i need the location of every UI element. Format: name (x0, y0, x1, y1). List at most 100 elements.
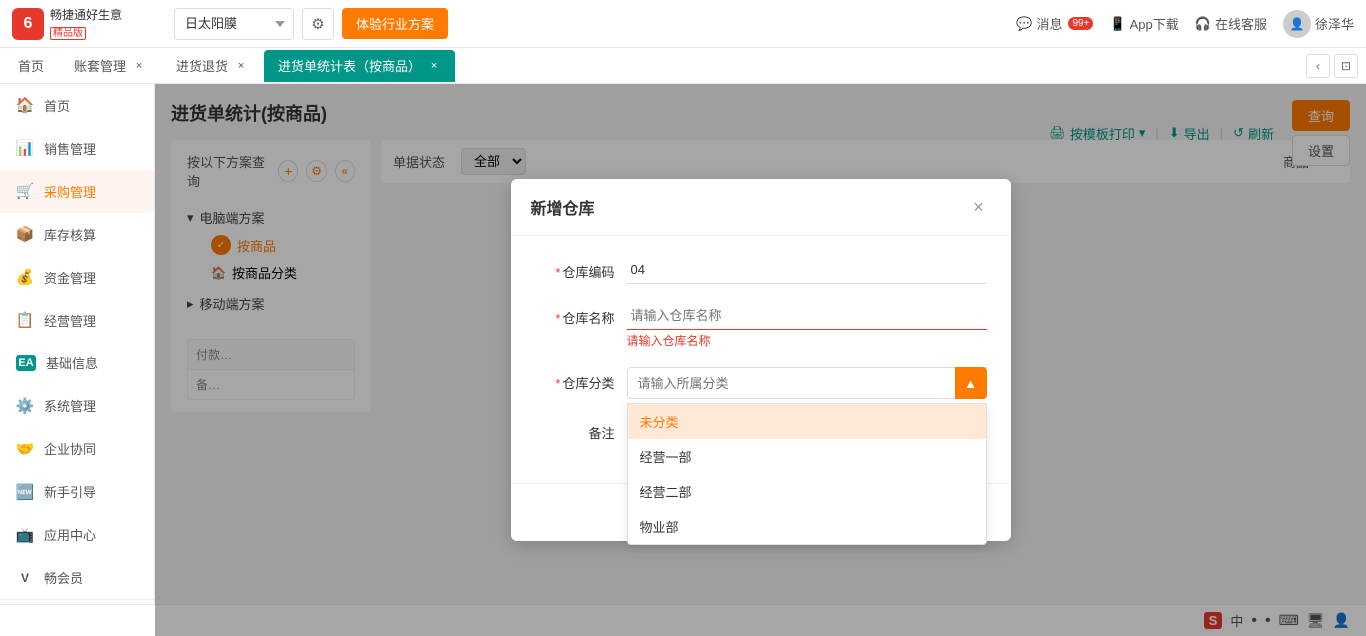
category-dropdown-list: 未分类 经营一部 经营二部 物业部 (627, 403, 987, 545)
logo-area: 6 畅捷通好生意 精品版 (12, 8, 162, 40)
code-label: *仓库编码 (535, 256, 615, 281)
name-input-wrap: 请输入仓库名称 (627, 302, 987, 349)
sidebar-inventory-label: 库存核算 (44, 225, 96, 244)
category-select-wrap: ▲ 未分类 经营一部 经营二部 物业部 (627, 367, 987, 399)
modal-header: 新增仓库 × (511, 179, 1011, 236)
modal-overlay: 新增仓库 × *仓库编码 (155, 84, 1366, 636)
name-input[interactable] (627, 302, 987, 330)
sidebar-item-collab[interactable]: 🤝 企业协同 (0, 427, 154, 470)
guide-icon: 🆕 (16, 483, 34, 501)
tab-account-label: 账套管理 (74, 56, 126, 75)
inventory-icon: 📦 (16, 225, 34, 243)
dropdown-item-dept1[interactable]: 经营一部 (628, 439, 986, 474)
form-row-category: *仓库分类 ▲ 未分类 经营一部 经营二部 物业部 (535, 367, 987, 399)
edition-badge: 精品版 (50, 27, 86, 40)
dropdown-item-unclassified[interactable]: 未分类 (628, 404, 986, 439)
sidebar-item-basic-info[interactable]: EA 基础信息 (0, 342, 154, 385)
operations-icon: 📋 (16, 311, 34, 329)
message-icon: 💬 (1016, 16, 1032, 32)
sidebar-item-sales[interactable]: 📊 销售管理 (0, 127, 154, 170)
search-area: 日太阳膜 ⚙ 体验行业方案 (174, 8, 1004, 40)
sidebar-system-label: 系统管理 (44, 396, 96, 415)
app-logo-icon: 6 (12, 8, 44, 40)
tab-purchase-return[interactable]: 进货退货 × (162, 50, 262, 82)
content-area: 进货单统计(按商品) 🖨 按模板打印 ▾ | ⬇ 导出 | ↺ 刷新 查询 设置 (155, 84, 1366, 636)
modal-close-button[interactable]: × (967, 195, 991, 219)
category-label: *仓库分类 (535, 367, 615, 392)
sidebar-operations-label: 经营管理 (44, 311, 96, 330)
tabs-prev-button[interactable]: ‹ (1306, 54, 1330, 78)
home-icon: 🏠 (16, 96, 34, 114)
tab-home-label: 首页 (18, 56, 44, 75)
message-badge: 99+ (1068, 17, 1093, 30)
online-service-item[interactable]: 🎧 在线客服 (1195, 14, 1267, 33)
phone-icon: 📱 (1109, 16, 1125, 32)
form-row-name: *仓库名称 请输入仓库名称 (535, 302, 987, 349)
tab-account[interactable]: 账套管理 × (60, 50, 160, 82)
name-label: *仓库名称 (535, 302, 615, 327)
name-error-msg: 请输入仓库名称 (627, 332, 987, 349)
sidebar-item-system[interactable]: ⚙️ 系统管理 (0, 384, 154, 427)
sidebar-item-purchase[interactable]: 🛒 采购管理 (0, 170, 154, 213)
app-name: 畅捷通好生意 (50, 8, 122, 24)
sidebar-finance-label: 资金管理 (44, 268, 96, 287)
sidebar: 🏠 首页 📊 销售管理 🛒 采购管理 📦 库存核算 💰 资金管理 📋 经营管理 … (0, 84, 155, 636)
user-item[interactable]: 👤 徐泽华 (1283, 10, 1354, 38)
system-icon: ⚙️ (16, 397, 34, 415)
collab-icon: 🤝 (16, 440, 34, 458)
sidebar-item-inventory[interactable]: 📦 库存核算 (0, 213, 154, 256)
tabs-right-controls: ‹ ⊡ (1306, 54, 1362, 78)
sidebar-sales-label: 销售管理 (44, 139, 96, 158)
sidebar-item-operations[interactable]: 📋 经营管理 (0, 299, 154, 342)
tab-purchase-return-close[interactable]: × (234, 59, 248, 73)
dropdown-item-dept2[interactable]: 经营二部 (628, 474, 986, 509)
sidebar-vip-label: 畅会员 (44, 568, 83, 587)
form-row-code: *仓库编码 (535, 256, 987, 284)
sidebar-item-apps[interactable]: 📺 应用中心 (0, 513, 154, 556)
message-item[interactable]: 💬 消息 99+ (1016, 14, 1093, 33)
trial-button[interactable]: 体验行业方案 (342, 8, 448, 39)
finance-icon: 💰 (16, 268, 34, 286)
sidebar-collab-label: 企业协同 (44, 439, 96, 458)
sidebar-guide-label: 新手引导 (44, 482, 96, 501)
sidebar-item-finance[interactable]: 💰 资金管理 (0, 256, 154, 299)
sidebar-apps-label: 应用中心 (44, 525, 96, 544)
main-layout: 🏠 首页 📊 销售管理 🛒 采购管理 📦 库存核算 💰 资金管理 📋 经营管理 … (0, 84, 1366, 636)
modal-add-warehouse: 新增仓库 × *仓库编码 (511, 179, 1011, 541)
tab-account-close[interactable]: × (132, 59, 146, 73)
modal-title: 新增仓库 (531, 195, 595, 219)
category-dropdown-button[interactable]: ▲ (955, 367, 987, 399)
app-download-label: App下载 (1130, 14, 1179, 33)
sidebar-home-label: 首页 (44, 96, 70, 115)
sidebar-basic-info-label: 基础信息 (46, 353, 98, 372)
settings-gear-button[interactable]: ⚙ (302, 8, 334, 40)
sidebar-item-vip[interactable]: V 畅会员 (0, 556, 154, 599)
tabs-bar: 首页 账套管理 × 进货退货 × 进货单统计表（按商品） × ‹ ⊡ (0, 48, 1366, 84)
dropdown-item-dept3[interactable]: 物业部 (628, 509, 986, 544)
code-input[interactable] (627, 256, 987, 284)
apps-icon: 📺 (16, 526, 34, 544)
tab-purchase-stats[interactable]: 进货单统计表（按商品） × (264, 50, 455, 82)
sales-icon: 📊 (16, 139, 34, 157)
tabs-next-button[interactable]: ⊡ (1334, 54, 1358, 78)
tab-home[interactable]: 首页 (4, 50, 58, 82)
online-service-label: 在线客服 (1215, 14, 1267, 33)
tab-purchase-return-label: 进货退货 (176, 56, 228, 75)
code-input-wrap (627, 256, 987, 284)
tab-purchase-stats-label: 进货单统计表（按商品） (278, 56, 421, 75)
username-label: 徐泽华 (1315, 14, 1354, 33)
sidebar-purchase-label: 采购管理 (44, 182, 96, 201)
sidebar-item-guide[interactable]: 🆕 新手引导 (0, 470, 154, 513)
tab-purchase-stats-close[interactable]: × (427, 59, 441, 73)
search-select[interactable]: 日太阳膜 (174, 8, 294, 40)
category-input[interactable] (627, 367, 987, 399)
sidebar-item-home[interactable]: 🏠 首页 (0, 84, 154, 127)
basic-info-icon: EA (16, 355, 36, 371)
message-label: 消息 (1036, 14, 1062, 33)
headset-icon: 🎧 (1195, 16, 1211, 32)
app-download-item[interactable]: 📱 App下载 (1109, 14, 1178, 33)
top-right-area: 💬 消息 99+ 📱 App下载 🎧 在线客服 👤 徐泽华 (1016, 10, 1354, 38)
top-nav: 6 畅捷通好生意 精品版 日太阳膜 ⚙ 体验行业方案 💬 消息 99+ 📱 Ap… (0, 0, 1366, 48)
purchase-icon: 🛒 (16, 182, 34, 200)
vip-icon: V (16, 569, 34, 587)
